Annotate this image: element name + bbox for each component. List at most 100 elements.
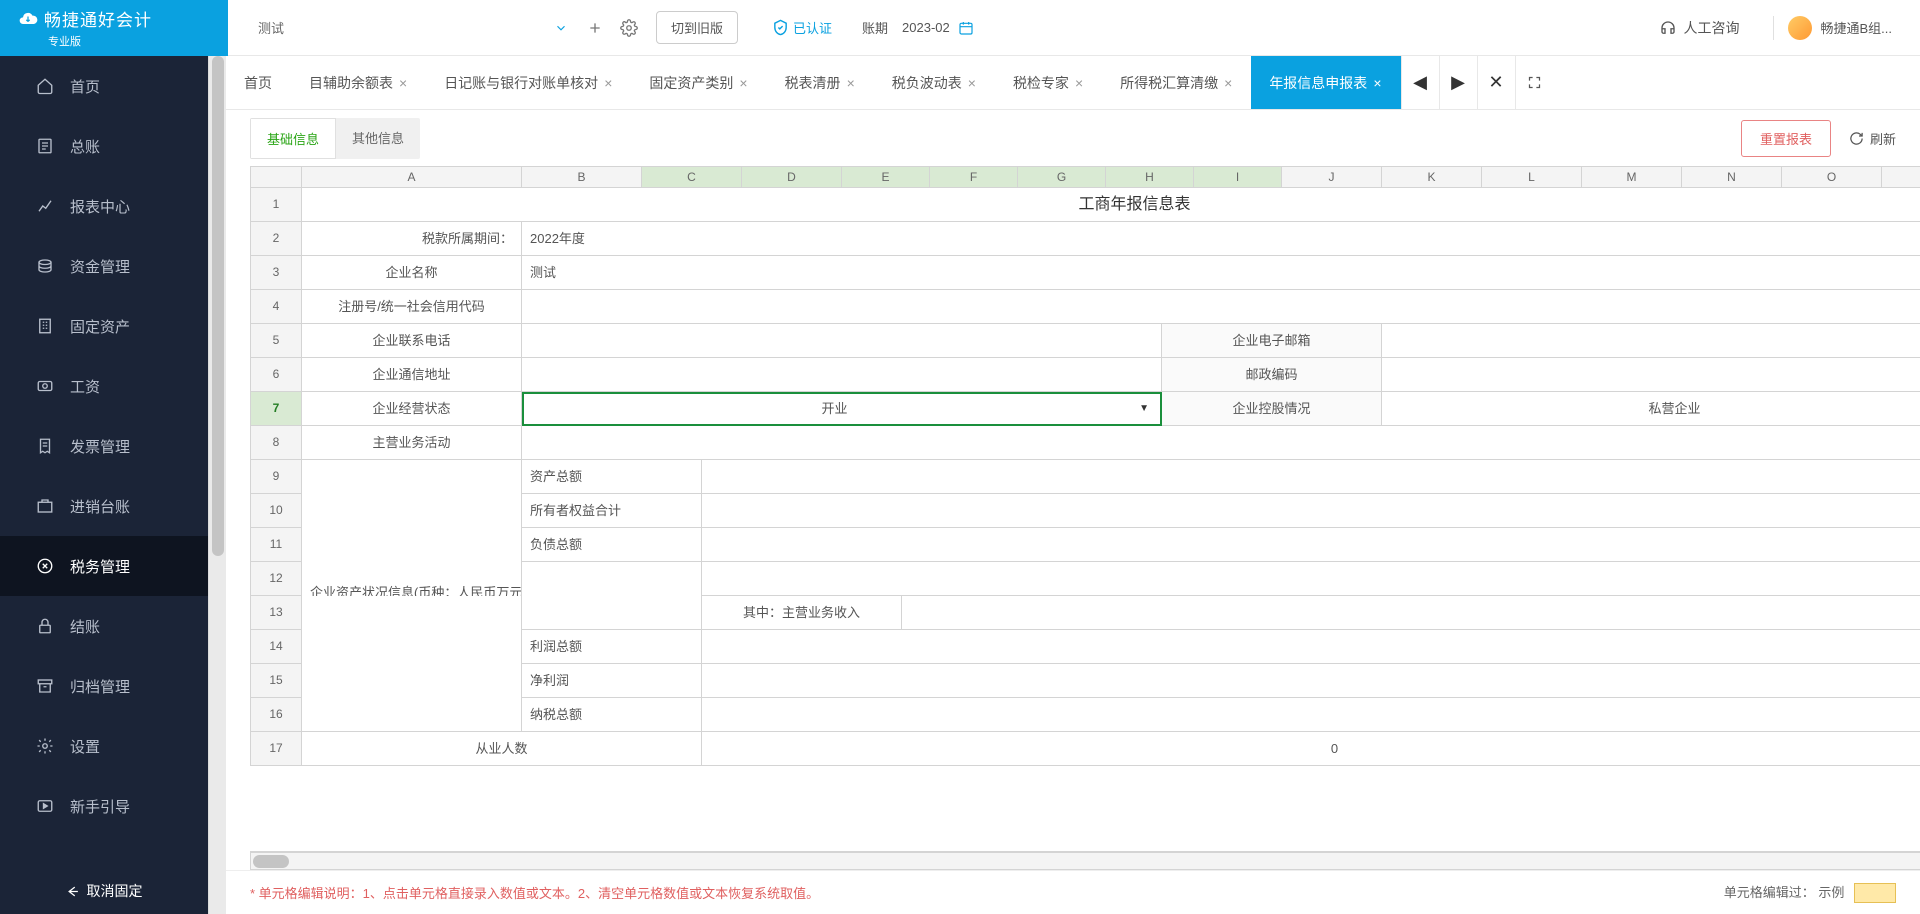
employees-label[interactable]: 从业人数 bbox=[302, 732, 702, 766]
fin-label[interactable] bbox=[522, 562, 702, 596]
row-header[interactable]: 8 bbox=[250, 426, 302, 460]
row-header[interactable]: 2 bbox=[250, 222, 302, 256]
company-name-value[interactable]: 测试 bbox=[522, 256, 1920, 290]
tab-tax-list[interactable]: 税表清册× bbox=[767, 56, 874, 109]
reset-button[interactable]: 重置报表 bbox=[1741, 120, 1831, 157]
tab-scroll-left[interactable]: ◀ bbox=[1401, 56, 1439, 109]
addr-label[interactable]: 企业通信地址 bbox=[302, 358, 522, 392]
col-P[interactable]: P bbox=[1882, 166, 1920, 188]
asset-section-spacer[interactable] bbox=[302, 630, 522, 664]
tab-fullscreen[interactable] bbox=[1515, 56, 1553, 109]
row-header[interactable]: 4 bbox=[250, 290, 302, 324]
tab-income-settle[interactable]: 所得税汇算清缴× bbox=[1102, 56, 1251, 109]
subtab-basic[interactable]: 基础信息 bbox=[250, 118, 336, 159]
sidebar-item-closing[interactable]: 结账 bbox=[0, 596, 208, 656]
close-icon[interactable]: × bbox=[968, 75, 976, 91]
col-D[interactable]: D bbox=[742, 166, 842, 188]
row-header[interactable]: 13 bbox=[250, 596, 302, 630]
fin-value[interactable] bbox=[902, 596, 1920, 630]
row-header[interactable]: 5 bbox=[250, 324, 302, 358]
col-G[interactable]: G bbox=[1018, 166, 1106, 188]
switch-old-button[interactable]: 切到旧版 bbox=[656, 11, 738, 44]
fin-value[interactable] bbox=[702, 494, 1920, 528]
close-icon[interactable]: × bbox=[739, 75, 747, 91]
col-M[interactable]: M bbox=[1582, 166, 1682, 188]
subtab-other[interactable]: 其他信息 bbox=[336, 118, 420, 159]
asset-section-spacer[interactable] bbox=[302, 528, 522, 562]
row-header[interactable]: 11 bbox=[250, 528, 302, 562]
sidebar-item-guide[interactable]: 新手引导 bbox=[0, 776, 208, 836]
tab-tax-burden[interactable]: 税负波动表× bbox=[874, 56, 995, 109]
col-B[interactable]: B bbox=[522, 166, 642, 188]
sidebar-scrollbar-thumb[interactable] bbox=[212, 56, 224, 556]
sidebar-item-reports[interactable]: 报表中心 bbox=[0, 176, 208, 236]
add-button[interactable] bbox=[578, 11, 612, 45]
tab-close-all[interactable]: ✕ bbox=[1477, 56, 1515, 109]
row-header[interactable]: 3 bbox=[250, 256, 302, 290]
col-H[interactable]: H bbox=[1106, 166, 1194, 188]
col-C[interactable]: C bbox=[642, 166, 742, 188]
row-header[interactable]: 1 bbox=[250, 188, 302, 222]
fin-value[interactable] bbox=[702, 698, 1920, 732]
holding-label[interactable]: 企业控股情况 bbox=[1162, 392, 1382, 426]
fin-value[interactable] bbox=[702, 562, 1920, 596]
hscroll-thumb[interactable] bbox=[253, 855, 289, 868]
sidebar-item-assets[interactable]: 固定资产 bbox=[0, 296, 208, 356]
sidebar-item-salary[interactable]: 工资 bbox=[0, 356, 208, 416]
col-F[interactable]: F bbox=[930, 166, 1018, 188]
asset-section-spacer[interactable] bbox=[302, 596, 522, 630]
asset-section-spacer[interactable] bbox=[302, 460, 522, 494]
sidebar-item-settings[interactable]: 设置 bbox=[0, 716, 208, 776]
close-icon[interactable]: × bbox=[604, 75, 612, 91]
asset-section-spacer[interactable] bbox=[302, 698, 522, 732]
tab-journal-bank[interactable]: 日记账与银行对账单核对× bbox=[426, 56, 631, 109]
refresh-button[interactable]: 刷新 bbox=[1849, 129, 1896, 148]
row-header[interactable]: 14 bbox=[250, 630, 302, 664]
postcode-label[interactable]: 邮政编码 bbox=[1162, 358, 1382, 392]
sidebar-item-home[interactable]: 首页 bbox=[0, 56, 208, 116]
close-icon[interactable]: × bbox=[399, 75, 407, 91]
row-header[interactable]: 6 bbox=[250, 358, 302, 392]
postcode-value[interactable] bbox=[1382, 358, 1920, 392]
col-A[interactable]: A bbox=[302, 166, 522, 188]
close-icon[interactable]: × bbox=[847, 75, 855, 91]
fin-label[interactable]: 利润总额 bbox=[522, 630, 702, 664]
operating-status-label[interactable]: 企业经营状态 bbox=[302, 392, 522, 426]
period-value[interactable]: 2022年度 bbox=[522, 222, 1920, 256]
fin-sublabel[interactable]: 其中：主营业务收入 bbox=[702, 596, 902, 630]
row-header[interactable]: 10 bbox=[250, 494, 302, 528]
calendar-icon[interactable] bbox=[958, 20, 974, 36]
fin-label[interactable]: 纳税总额 bbox=[522, 698, 702, 732]
user-avatar[interactable] bbox=[1788, 16, 1812, 40]
sidebar-scrollbar[interactable] bbox=[208, 56, 226, 914]
main-activity-value[interactable] bbox=[522, 426, 1920, 460]
fin-value[interactable] bbox=[702, 664, 1920, 698]
phone-label[interactable]: 企业联系电话 bbox=[302, 324, 522, 358]
row-header[interactable]: 7 bbox=[250, 392, 302, 426]
asset-section-spacer[interactable] bbox=[302, 664, 522, 698]
sidebar-item-ledger[interactable]: 总账 bbox=[0, 116, 208, 176]
horizontal-scrollbar[interactable] bbox=[250, 852, 1920, 870]
unpin-button[interactable]: 取消固定 bbox=[0, 868, 208, 914]
col-L[interactable]: L bbox=[1482, 166, 1582, 188]
asset-section-label[interactable]: 企业资产状况信息(币种：人民币万元) bbox=[302, 562, 522, 596]
tab-scroll-right[interactable]: ▶ bbox=[1439, 56, 1477, 109]
reg-code-value[interactable] bbox=[522, 290, 1920, 324]
sidebar-item-stock[interactable]: 进销台账 bbox=[0, 476, 208, 536]
fin-label[interactable]: 负债总额 bbox=[522, 528, 702, 562]
col-I[interactable]: I bbox=[1194, 166, 1282, 188]
consult-button[interactable]: 人工咨询 bbox=[1659, 18, 1739, 38]
operating-status-dropdown[interactable]: 开业 ▼ bbox=[522, 392, 1162, 426]
settings-icon-button[interactable] bbox=[612, 11, 646, 45]
sidebar-item-tax[interactable]: 税务管理 bbox=[0, 536, 208, 596]
close-icon[interactable]: × bbox=[1373, 75, 1381, 91]
fin-value[interactable] bbox=[702, 630, 1920, 664]
tab-aux-balance[interactable]: 目辅助余额表× bbox=[291, 56, 426, 109]
select-all-corner[interactable] bbox=[250, 166, 302, 188]
col-E[interactable]: E bbox=[842, 166, 930, 188]
tab-asset-category[interactable]: 固定资产类别× bbox=[631, 56, 766, 109]
tab-home[interactable]: 首页 bbox=[226, 56, 291, 109]
sheet-title[interactable]: 工商年报信息表 bbox=[302, 188, 1920, 222]
sidebar-item-archive[interactable]: 归档管理 bbox=[0, 656, 208, 716]
email-value[interactable] bbox=[1382, 324, 1920, 358]
